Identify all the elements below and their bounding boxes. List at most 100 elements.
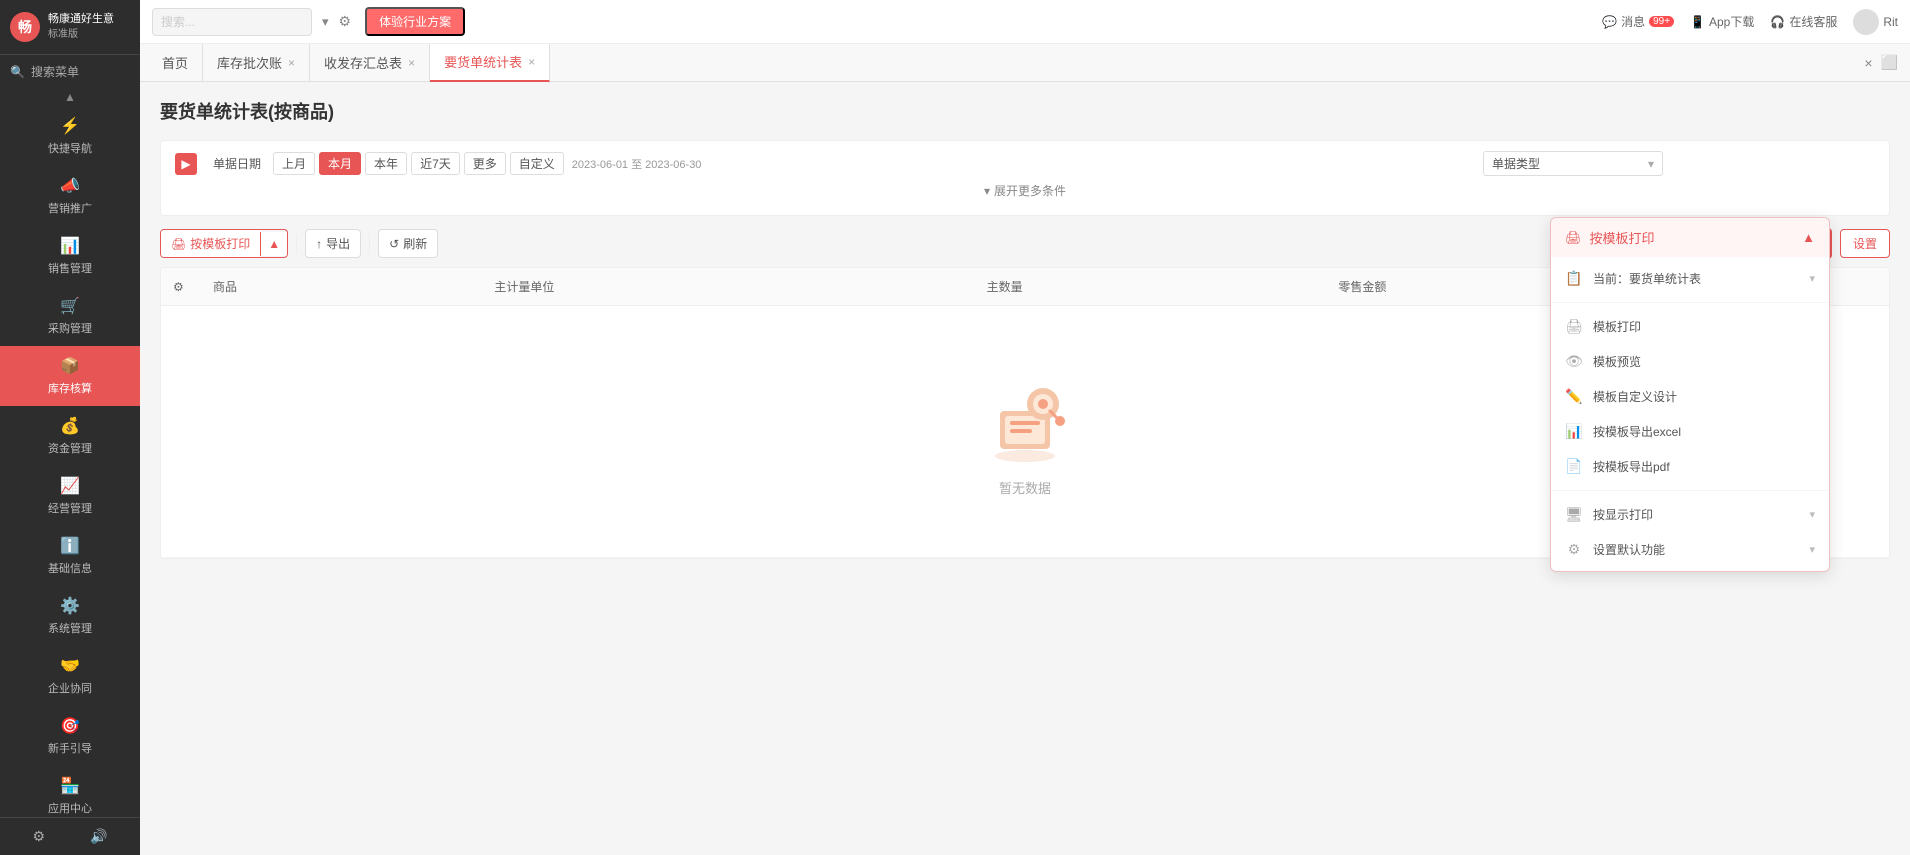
table-header-quantity: 主数量 xyxy=(975,268,1327,306)
table-header-product: 商品 xyxy=(201,268,482,306)
dropdown-item-template-design[interactable]: ✏️ 模板自定义设计 xyxy=(1551,379,1829,414)
tab-close-batch[interactable]: × xyxy=(288,56,295,70)
date-filter-label: 单据日期 xyxy=(213,155,261,172)
print-header-icon: 🖨 xyxy=(1565,230,1582,246)
operation-icon: 📈 xyxy=(60,476,80,496)
type-filter-select[interactable]: 单据类型 ▾ xyxy=(1483,151,1663,176)
refresh-btn[interactable]: ↺ 刷新 xyxy=(378,229,438,258)
date-btn-prev-month[interactable]: 上月 xyxy=(273,152,315,175)
dropdown-section-items: 🖨 模板打印 👁 模板预览 ✏️ 模板自定义设计 📊 按模板导出excel 📄 xyxy=(1551,305,1829,488)
sidebar-item-appstore[interactable]: 🏪 应用中心 xyxy=(0,766,140,817)
dropdown-current-item[interactable]: 📋 当前：要货单统计表 ▾ xyxy=(1551,261,1829,296)
scroll-up[interactable]: ▲ xyxy=(0,88,140,106)
sidebar-item-system[interactable]: ⚙️ 系统管理 xyxy=(0,586,140,646)
inventory-icon: 📦 xyxy=(60,356,80,376)
template-excel-icon: 📊 xyxy=(1565,423,1583,440)
sidebar-item-collab[interactable]: 🤝 企业协同 xyxy=(0,646,140,706)
logo-text: 畅康通好生意 标准版 xyxy=(48,12,114,41)
empty-text: 暂无数据 xyxy=(999,478,1051,497)
template-print-icon: 🖨 xyxy=(1565,318,1583,335)
dropdown-display-print[interactable]: 🖥 按显示打印 ▾ xyxy=(1551,497,1829,532)
tab-home[interactable]: 首页 xyxy=(148,44,203,82)
dropdown-divider1 xyxy=(1551,302,1829,303)
dropdown-item-template-excel[interactable]: 📊 按模板导出excel xyxy=(1551,414,1829,449)
tab-expand-area: × ⬜ xyxy=(1852,54,1910,71)
date-btn-7days[interactable]: 近7天 xyxy=(411,152,460,175)
print-icon: 🖨 xyxy=(171,237,186,251)
dropdown-item-template-pdf[interactable]: 📄 按模板导出pdf xyxy=(1551,449,1829,484)
message-icon: 💬 xyxy=(1602,15,1617,29)
app-download-item[interactable]: 📱 App下载 xyxy=(1690,13,1754,30)
date-btn-more[interactable]: 更多 xyxy=(464,152,506,175)
sidebar-item-inventory[interactable]: 📦 库存核算 xyxy=(0,346,140,406)
template-pdf-icon: 📄 xyxy=(1565,458,1583,475)
topbar-search-box[interactable]: 搜索... xyxy=(152,8,312,36)
basic-icon: ℹ️ xyxy=(60,536,80,556)
trial-button[interactable]: 体验行业方案 xyxy=(365,7,465,36)
messages-item[interactable]: 💬 消息 99+ xyxy=(1602,13,1674,30)
sidebar-item-marketing[interactable]: 📣 营销推广 xyxy=(0,166,140,226)
date-btn-current-month[interactable]: 本月 xyxy=(319,152,361,175)
date-options-group: 上月 本月 本年 近7天 更多 自定义 2023-06-01 至 2023-06… xyxy=(273,152,701,175)
set-default-icon: ⚙ xyxy=(1565,541,1583,558)
dropdown-header[interactable]: 🖨 按模板打印 ▲ xyxy=(1551,218,1829,257)
settings-btn[interactable]: 设置 xyxy=(1840,229,1890,258)
sidebar-item-purchase[interactable]: 🛒 采购管理 xyxy=(0,286,140,346)
table-header-gear[interactable]: ⚙ xyxy=(161,268,201,306)
dropdown-item-template-print[interactable]: 🖨 模板打印 xyxy=(1551,309,1829,344)
tab-close-all[interactable]: × xyxy=(1864,55,1872,71)
user-avatar-item[interactable]: Rit xyxy=(1853,9,1898,35)
sales-icon: 📊 xyxy=(60,236,80,256)
filter-expand-toggle[interactable]: ▶ xyxy=(175,153,197,175)
expand-more-btn[interactable]: ▾ 展开更多条件 xyxy=(175,176,1875,205)
display-print-arrow: ▾ xyxy=(1809,508,1815,521)
sidebar-item-finance[interactable]: 💰 资金管理 xyxy=(0,406,140,466)
sidebar-item-newguide[interactable]: 🎯 新手引导 xyxy=(0,706,140,766)
empty-illustration xyxy=(975,366,1075,466)
topbar: 搜索... ▾ ⚙ 体验行业方案 💬 消息 99+ 📱 App下载 🎧 在线客服… xyxy=(140,0,1910,44)
print-template-btn[interactable]: 🖨 按模板打印 xyxy=(161,230,260,257)
dropdown-set-default[interactable]: ⚙ 设置默认功能 ▾ xyxy=(1551,532,1829,567)
finance-icon: 💰 xyxy=(60,416,80,436)
filter-bar: ▶ 单据日期 上月 本月 本年 近7天 更多 自定义 2023-06-01 至 … xyxy=(160,140,1890,216)
settings-icon[interactable]: ⚙ xyxy=(33,828,46,845)
tab-close-order-stats[interactable]: × xyxy=(528,55,535,69)
dropdown-section-expandable: 🖥 按显示打印 ▾ ⚙ 设置默认功能 ▾ xyxy=(1551,493,1829,571)
export-icon: ↑ xyxy=(316,237,322,251)
topbar-dropdown-arrow[interactable]: ▾ xyxy=(322,14,329,30)
date-btn-current-year[interactable]: 本年 xyxy=(365,152,407,175)
main-content: 搜索... ▾ ⚙ 体验行业方案 💬 消息 99+ 📱 App下载 🎧 在线客服… xyxy=(140,0,1910,855)
tab-expand-btn[interactable]: ⬜ xyxy=(1881,54,1898,71)
tab-collection[interactable]: 收发存汇总表 × xyxy=(310,44,430,82)
sidebar-item-sales[interactable]: 📊 销售管理 xyxy=(0,226,140,286)
expand-chevron-icon: ▾ xyxy=(984,184,990,198)
system-icon: ⚙️ xyxy=(60,596,80,616)
search-icon: 🔍 xyxy=(10,65,25,79)
print-dropdown-arrow[interactable]: ▲ xyxy=(260,232,287,256)
current-item-arrow: ▾ xyxy=(1809,272,1815,285)
messages-badge: 99+ xyxy=(1649,16,1674,27)
print-dropdown-menu: 🖨 按模板打印 ▲ 📋 当前：要货单统计表 ▾ 🖨 模板打 xyxy=(1550,217,1830,572)
sidebar-search-item[interactable]: 🔍 搜索菜单 xyxy=(0,55,140,88)
template-design-icon: ✏️ xyxy=(1565,388,1583,405)
sidebar-item-quicknav[interactable]: ⚡ 快捷导航 xyxy=(0,106,140,166)
avatar xyxy=(1853,9,1879,35)
refresh-icon: ↺ xyxy=(389,237,399,251)
tab-batch[interactable]: 库存批次账 × xyxy=(203,44,310,82)
sidebar-item-operation[interactable]: 📈 经营管理 xyxy=(0,466,140,526)
dropdown-divider2 xyxy=(1551,490,1829,491)
tab-close-collection[interactable]: × xyxy=(408,56,415,70)
online-service-item[interactable]: 🎧 在线客服 xyxy=(1770,13,1837,30)
sound-icon[interactable]: 🔊 xyxy=(90,828,107,845)
dropdown-item-template-preview[interactable]: 👁 模板预览 xyxy=(1551,344,1829,379)
export-btn[interactable]: ↑ 导出 xyxy=(305,229,361,258)
sidebar-item-basic[interactable]: ℹ️ 基础信息 xyxy=(0,526,140,586)
date-btn-custom[interactable]: 自定义 xyxy=(510,152,564,175)
tab-order-stats[interactable]: 要货单统计表 × xyxy=(430,44,550,82)
toolbar-divider2 xyxy=(369,234,370,254)
topbar-gear-icon[interactable]: ⚙ xyxy=(339,13,352,30)
tabbar: 首页 库存批次账 × 收发存汇总表 × 要货单统计表 × × ⬜ xyxy=(140,44,1910,82)
quicknav-icon: ⚡ xyxy=(60,116,80,136)
dropdown-collapse-icon[interactable]: ▲ xyxy=(1802,230,1815,245)
dropdown-section-current: 📋 当前：要货单统计表 ▾ xyxy=(1551,257,1829,300)
